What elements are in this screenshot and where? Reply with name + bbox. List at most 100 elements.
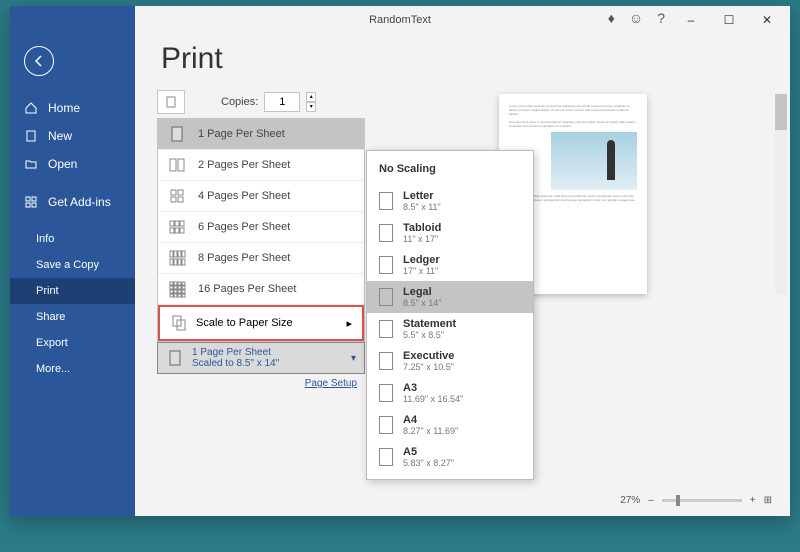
nav-label: Home — [48, 101, 80, 115]
menu-label: 4 Pages Per Sheet — [198, 190, 290, 202]
pages-6-icon — [168, 218, 186, 236]
addins-icon — [24, 195, 38, 209]
paper-letter[interactable]: Letter8.5" x 11" — [367, 185, 533, 217]
minimize-button[interactable]: – — [672, 6, 710, 34]
zoom-controls: 27% – + ⊞ — [620, 495, 772, 506]
paper-dim: 17" x 11" — [403, 266, 440, 276]
open-icon — [24, 157, 38, 171]
paper-name: A5 — [403, 446, 454, 458]
submenu-header[interactable]: No Scaling — [367, 157, 533, 185]
paper-name: Legal — [403, 286, 441, 298]
nav-info[interactable]: Info — [10, 226, 135, 252]
paper-a3[interactable]: A311.69" x 16.54" — [367, 377, 533, 409]
pages-2-icon — [168, 156, 186, 174]
paper-icon — [379, 384, 393, 402]
paper-icon — [379, 320, 393, 338]
feedback-icon[interactable]: ☺ — [629, 10, 643, 26]
page-title: Print — [161, 42, 790, 76]
page-setup-link[interactable]: Page Setup — [157, 378, 365, 389]
preview-image — [551, 132, 637, 190]
zoom-in-button[interactable]: + — [750, 495, 756, 506]
paper-icon — [379, 224, 393, 242]
summary-line1: 1 Page Per Sheet — [192, 347, 279, 358]
fit-page-icon[interactable]: ⊞ — [764, 495, 772, 506]
help-icon[interactable]: ? — [657, 10, 665, 26]
paper-dim: 11.69" x 16.54" — [403, 394, 463, 404]
scale-to-paper-size[interactable]: Scale to Paper Size ▸ — [158, 305, 364, 341]
copies-input[interactable] — [264, 92, 300, 112]
zoom-out-button[interactable]: – — [648, 495, 654, 506]
nav-label: Share — [36, 311, 65, 323]
nav-home[interactable]: Home — [10, 94, 135, 122]
print-settings: Copies: ▴▾ 1 Page Per Sheet 2 Pages Per … — [135, 90, 365, 516]
paper-name: Statement — [403, 318, 456, 330]
nav-print[interactable]: Print — [10, 278, 135, 304]
paper-name: Tabloid — [403, 222, 441, 234]
nav-export[interactable]: Export — [10, 330, 135, 356]
paper-icon — [379, 416, 393, 434]
copies-spinner[interactable]: ▴▾ — [306, 92, 316, 112]
summary-line2: Scaled to 8.5" x 14" — [192, 358, 279, 369]
pages-option-8[interactable]: 8 Pages Per Sheet — [158, 243, 364, 274]
paper-dim: 8.5" x 11" — [403, 202, 441, 212]
premium-icon[interactable]: ♦ — [608, 10, 615, 26]
preview-scrollbar[interactable] — [775, 94, 787, 294]
nav-label: Save a Copy — [36, 259, 99, 271]
nav-label: Print — [36, 285, 59, 297]
paper-name: A4 — [403, 414, 458, 426]
nav-new[interactable]: New — [10, 122, 135, 150]
paper-dim: 11" x 17" — [403, 234, 441, 244]
paper-icon — [379, 448, 393, 466]
pages-option-1[interactable]: 1 Page Per Sheet — [158, 119, 364, 150]
spin-down-icon[interactable]: ▾ — [306, 102, 316, 112]
pages-option-2[interactable]: 2 Pages Per Sheet — [158, 150, 364, 181]
nav-label: New — [48, 129, 72, 143]
paper-icon — [379, 192, 393, 210]
nav-label: More... — [36, 363, 70, 375]
pages-option-6[interactable]: 6 Pages Per Sheet — [158, 212, 364, 243]
nav-more[interactable]: More... — [10, 356, 135, 382]
close-button[interactable]: ✕ — [748, 6, 786, 34]
pages-per-sheet-menu: 1 Page Per Sheet 2 Pages Per Sheet 4 Pag… — [157, 118, 365, 342]
paper-icon — [379, 352, 393, 370]
pages-option-4[interactable]: 4 Pages Per Sheet — [158, 181, 364, 212]
paper-legal[interactable]: Legal8.5" x 14" — [367, 281, 533, 313]
paper-name: Letter — [403, 190, 441, 202]
pages-summary-dropdown[interactable]: 1 Page Per SheetScaled to 8.5" x 14" ▾ — [157, 342, 365, 374]
nav-save-copy[interactable]: Save a Copy — [10, 252, 135, 278]
paper-icon — [379, 256, 393, 274]
paper-statement[interactable]: Statement5.5" x 8.5" — [367, 313, 533, 345]
maximize-button[interactable]: ☐ — [710, 6, 748, 34]
paper-ledger[interactable]: Ledger17" x 11" — [367, 249, 533, 281]
paper-size-submenu: No Scaling Letter8.5" x 11" Tabloid11" x… — [366, 150, 534, 480]
back-button[interactable] — [24, 46, 54, 76]
summary-icon — [166, 349, 184, 367]
nav-open[interactable]: Open — [10, 150, 135, 178]
scroll-thumb[interactable] — [775, 94, 787, 130]
zoom-slider[interactable] — [662, 499, 742, 502]
paper-a4[interactable]: A48.27" x 11.69" — [367, 409, 533, 441]
menu-label: 8 Pages Per Sheet — [198, 252, 290, 264]
pages-1-icon — [168, 125, 186, 143]
paper-executive[interactable]: Executive7.25" x 10.5" — [367, 345, 533, 377]
chevron-right-icon: ▸ — [346, 317, 352, 330]
paper-dim: 8.27" x 11.69" — [403, 426, 458, 436]
menu-label: 1 Page Per Sheet — [198, 128, 285, 140]
paper-dim: 7.25" x 10.5" — [403, 362, 454, 372]
pages-option-16[interactable]: 16 Pages Per Sheet — [158, 274, 364, 305]
paper-tabloid[interactable]: Tabloid11" x 17" — [367, 217, 533, 249]
paper-a5[interactable]: A55.83" x 8.27" — [367, 441, 533, 473]
paper-name: A3 — [403, 382, 463, 394]
nav-addins[interactable]: Get Add-ins — [10, 188, 135, 216]
window-title: RandomText — [369, 14, 431, 26]
new-icon — [24, 129, 38, 143]
print-button-icon[interactable] — [157, 90, 185, 114]
paper-name: Executive — [403, 350, 454, 362]
nav-label: Get Add-ins — [48, 195, 111, 209]
pages-4-icon — [168, 187, 186, 205]
spin-up-icon[interactable]: ▴ — [306, 92, 316, 102]
nav-share[interactable]: Share — [10, 304, 135, 330]
copies-label: Copies: — [221, 96, 258, 108]
menu-label: 2 Pages Per Sheet — [198, 159, 290, 171]
scale-icon — [170, 314, 188, 332]
